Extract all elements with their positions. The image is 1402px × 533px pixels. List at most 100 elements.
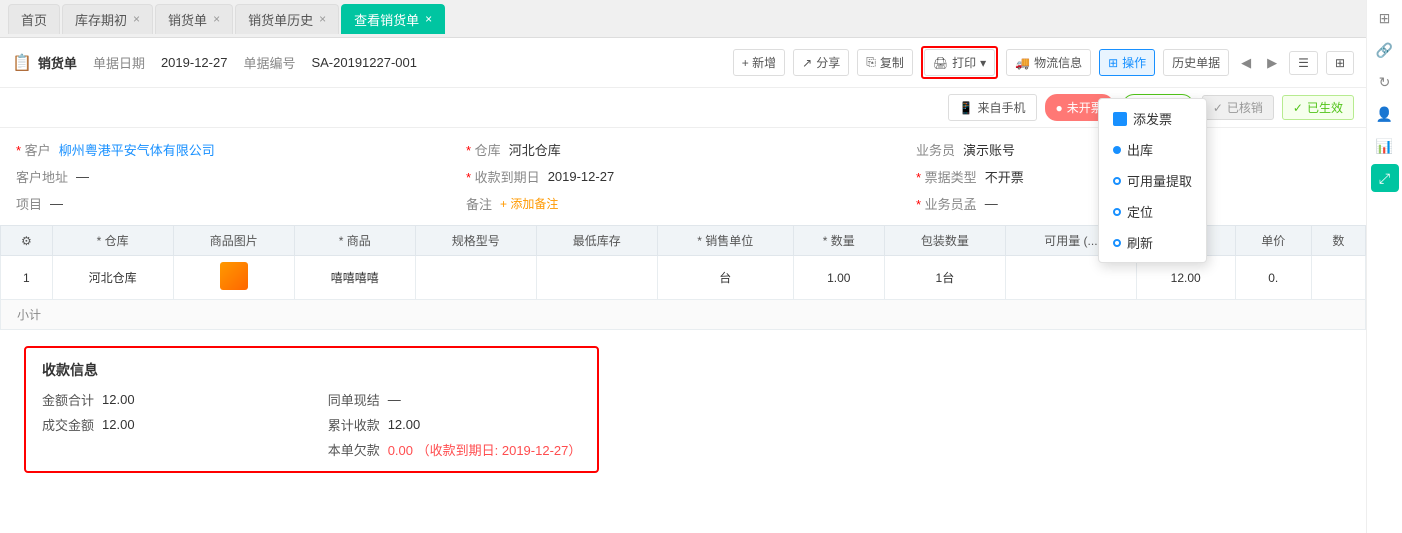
new-button[interactable]: + 新增 [733,49,785,76]
doc-header: 📋 销货单 单据日期 2019-12-27 单据编号 SA-20191227-0… [0,38,1366,88]
outbound-item[interactable]: 出库 [1099,134,1206,165]
refresh-label: 刷新 [1127,233,1153,252]
sidebar-grid-icon[interactable]: ⊞ [1371,4,1399,32]
cumulative-value: 12.00 [388,417,421,432]
phone-icon: 📱 [959,101,974,115]
check-icon-effective: ✓ [1293,101,1303,115]
tab-sales-order[interactable]: 销货单 × [155,4,233,34]
tab-view-sales[interactable]: 查看销货单 × [341,4,445,34]
locate-item[interactable]: 定位 [1099,196,1206,227]
sidebar-link-icon[interactable]: 🔗 [1371,36,1399,64]
add-invoice-item[interactable]: 添发票 [1099,103,1206,134]
tab-inventory-close[interactable]: × [133,12,140,26]
customer-value[interactable]: 柳州粤港平安气体有限公司 [59,140,215,159]
list-view-button[interactable]: ☰ [1289,51,1318,75]
summary-title: 收款信息 [42,360,581,380]
row-min-stock [536,256,657,300]
radio-icon-refresh [1113,239,1121,247]
radio-icon-locate [1113,208,1121,216]
tab-view-close[interactable]: × [425,12,432,26]
transaction-label: 成交金额 [42,415,94,434]
refresh-item[interactable]: 刷新 [1099,227,1206,258]
next-icon[interactable]: ▶ [1263,53,1281,73]
row-spec [415,256,536,300]
print-dropdown-icon: ▾ [980,56,986,70]
copy-button[interactable]: ⎘ 复制 [857,49,913,76]
sidebar-expand-icon[interactable]: ⤢ [1371,164,1399,192]
from-phone-button[interactable]: 📱 来自手机 [948,94,1037,121]
share-button[interactable]: ↗ 分享 [793,49,849,76]
effective-label: 已生效 [1307,99,1343,116]
summary-grid: 金额合计 12.00 同单现结 — 成交金额 12.00 累计收款 12.00 [42,390,581,459]
grid-view-button[interactable]: ⊞ [1326,51,1354,75]
locate-label: 定位 [1127,202,1153,221]
row-unit-price: 0. [1235,256,1311,300]
print-button[interactable]: 🖨 打印 ▾ [924,49,995,76]
col-unit-price: 单价 [1235,226,1311,256]
from-phone-label: 来自手机 [977,99,1025,116]
logistics-button[interactable]: 🚚 物流信息 [1006,49,1091,76]
doc-type-icon: 📋 [12,53,32,73]
effective-badge[interactable]: ✓ 已生效 [1282,95,1354,120]
balance-label: 本单欠款 [328,440,380,459]
cancelled-badge[interactable]: ✓ 已核销 [1202,95,1274,120]
tab-history-close[interactable]: × [319,12,326,26]
print-label: 打印 [952,54,976,71]
tab-sales-history[interactable]: 销货单历史 × [235,4,339,34]
col-image: 商品图片 [173,226,294,256]
row-pack-qty: 1台 [884,256,1005,300]
transaction-amount-row: 成交金额 12.00 [42,415,296,434]
tab-sales-label: 销货单 [168,10,207,29]
same-order-row: 同单现结 — [328,390,582,409]
number-value: SA-20191227-001 [311,55,417,70]
available-qty-item[interactable]: 可用量提取 [1099,165,1206,196]
history-button[interactable]: 历史单据 [1163,49,1229,76]
operation-button[interactable]: ⊞ 操作 [1099,49,1155,76]
circle-icon: ● [1056,101,1063,115]
payment-date-row: 收款到期日 2019-12-27 [466,167,900,186]
tab-inventory-label: 库存期初 [75,10,127,29]
doc-meta: 单据日期 2019-12-27 单据编号 SA-20191227-001 [93,53,417,72]
copy-icon: ⎘ [866,55,876,70]
payment-date-value: 2019-12-27 [548,169,615,184]
row-amount [1311,256,1365,300]
add-note-button[interactable]: + 添加备注 [500,195,558,212]
subtotal-row: 小计 [1,300,1366,330]
cancelled-label: 已核销 [1227,99,1263,116]
summary-section: 收款信息 金额合计 12.00 同单现结 — 成交金额 12.00 [24,346,599,473]
col-gear[interactable]: ⚙ [1,226,53,256]
share-icon: ↗ [802,56,812,70]
row-product: 嘻嘻嘻嘻 [294,256,415,300]
prev-icon[interactable]: ◀ [1237,53,1255,73]
note-row: 备注 + 添加备注 [466,194,900,213]
tab-home[interactable]: 首页 [8,4,60,34]
col-quantity: * 数量 [793,226,884,256]
address-value: — [76,169,89,184]
sidebar-user-icon[interactable]: 👤 [1371,100,1399,128]
op-label: 操作 [1122,54,1146,71]
add-invoice-label: 添发票 [1133,109,1172,128]
sidebar-table-icon[interactable]: 📊 [1371,132,1399,160]
op-icon: ⊞ [1108,56,1118,70]
checkbox-icon [1113,112,1127,126]
cumulative-label: 累计收款 [328,415,380,434]
warehouse-row: 仓库 河北仓库 [466,140,900,159]
transaction-value: 12.00 [102,417,135,432]
balance-row: 本单欠款 0.00 （收款到期日: 2019-12-27） [328,440,582,459]
toolbar: + 新增 ↗ 分享 ⎘ 复制 🖨 打印 ▾ [733,46,1354,79]
project-row: 项目 — [16,194,450,213]
print-highlight-box: 🖨 打印 ▾ [921,46,998,79]
check-icon-cancelled: ✓ [1213,101,1223,115]
tab-inventory-init[interactable]: 库存期初 × [62,4,153,34]
tab-history-label: 销货单历史 [248,10,313,29]
operation-dropdown: 添发票 出库 可用量提取 定位 刷新 [1098,98,1207,263]
cumulative-payment-row: 累计收款 12.00 [328,415,582,434]
total-amount-value: 12.00 [102,392,135,407]
payment-date-label: 收款到期日 [466,167,540,186]
number-label: 单据编号 [243,53,295,72]
sidebar-rotate-icon[interactable]: ↻ [1371,68,1399,96]
col-min-stock: 最低库存 [536,226,657,256]
invoice-type-value: 不开票 [985,167,1024,186]
tab-sales-close[interactable]: × [213,12,220,26]
logistics-label: 物流信息 [1034,54,1082,71]
